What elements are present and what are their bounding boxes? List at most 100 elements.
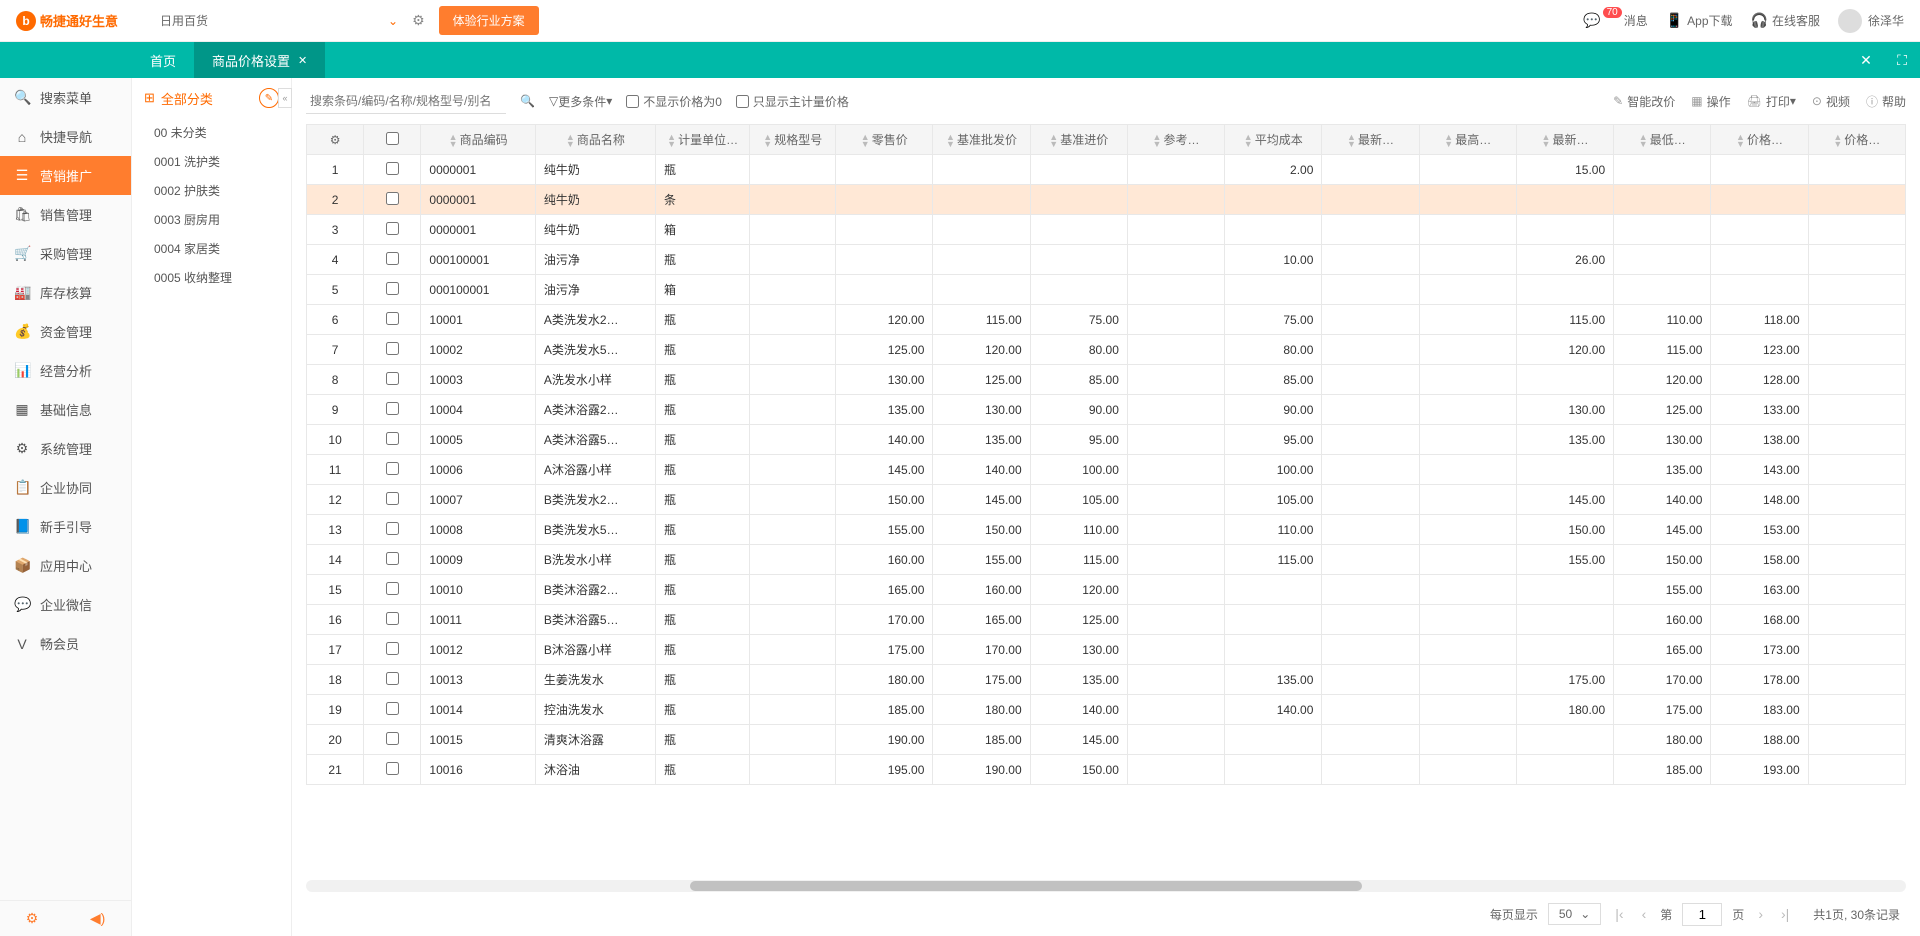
cell-price[interactable]: 120.00 bbox=[1614, 365, 1711, 395]
cell-price[interactable] bbox=[1127, 215, 1224, 245]
cell-price[interactable] bbox=[933, 245, 1030, 275]
cell-price[interactable]: 115.00 bbox=[933, 305, 1030, 335]
cell-price[interactable] bbox=[1322, 545, 1419, 575]
cell-price[interactable] bbox=[1711, 275, 1808, 305]
cell-price[interactable] bbox=[1419, 365, 1516, 395]
column-header[interactable]: ▲▼零售价 bbox=[836, 125, 933, 155]
column-header[interactable]: ▲▼最低… bbox=[1614, 125, 1711, 155]
cell-price[interactable] bbox=[1030, 185, 1127, 215]
cell-price[interactable]: 148.00 bbox=[1711, 485, 1808, 515]
cell-price[interactable] bbox=[1516, 725, 1613, 755]
cell-price[interactable] bbox=[1127, 515, 1224, 545]
cell-price[interactable] bbox=[933, 155, 1030, 185]
search-icon[interactable]: 🔍 bbox=[520, 94, 535, 108]
cell-price[interactable]: 180.00 bbox=[933, 695, 1030, 725]
gear-icon[interactable]: ⚙ bbox=[412, 12, 425, 29]
category-item[interactable]: 0004 家居类 bbox=[132, 234, 291, 263]
cell-price[interactable] bbox=[933, 275, 1030, 305]
cell-price[interactable] bbox=[1127, 245, 1224, 275]
cell-price[interactable] bbox=[836, 185, 933, 215]
cell-price[interactable] bbox=[1225, 185, 1322, 215]
cell-price[interactable] bbox=[1127, 755, 1224, 785]
last-page-button[interactable]: ›| bbox=[1777, 906, 1793, 922]
row-checkbox[interactable] bbox=[364, 755, 421, 785]
edit-category-icon[interactable]: ✎ bbox=[259, 88, 279, 108]
cell-price[interactable]: 90.00 bbox=[1225, 395, 1322, 425]
cell-price[interactable]: 140.00 bbox=[1225, 695, 1322, 725]
cell-price[interactable]: 105.00 bbox=[1225, 485, 1322, 515]
cell-price[interactable]: 188.00 bbox=[1711, 725, 1808, 755]
cell-price[interactable]: 10.00 bbox=[1225, 245, 1322, 275]
cell-price[interactable] bbox=[1516, 185, 1613, 215]
cell-price[interactable] bbox=[1322, 245, 1419, 275]
cell-price[interactable]: 190.00 bbox=[933, 755, 1030, 785]
cell-price[interactable] bbox=[1419, 755, 1516, 785]
cell-price[interactable] bbox=[1127, 455, 1224, 485]
cell-price[interactable] bbox=[1419, 575, 1516, 605]
cell-price[interactable] bbox=[1127, 365, 1224, 395]
nav-item[interactable]: 📦应用中心 bbox=[0, 546, 131, 585]
cell-price[interactable] bbox=[1516, 755, 1613, 785]
cell-price[interactable]: 150.00 bbox=[1614, 545, 1711, 575]
messages-button[interactable]: 💬 70 消息 bbox=[1583, 12, 1648, 29]
operate-button[interactable]: ▦操作 bbox=[1691, 93, 1730, 110]
cell-price[interactable] bbox=[1419, 395, 1516, 425]
cell-price[interactable] bbox=[1030, 275, 1127, 305]
cell-price[interactable] bbox=[1127, 485, 1224, 515]
cell-price[interactable]: 163.00 bbox=[1711, 575, 1808, 605]
row-checkbox[interactable] bbox=[364, 275, 421, 305]
cell-price[interactable]: 185.00 bbox=[1614, 755, 1711, 785]
cell-price[interactable]: 130.00 bbox=[1030, 635, 1127, 665]
table-row[interactable]: 1110006A沐浴露小样瓶145.00140.00100.00100.0013… bbox=[307, 455, 1906, 485]
cell-price[interactable] bbox=[1808, 305, 1905, 335]
category-item[interactable]: 0001 洗护类 bbox=[132, 147, 291, 176]
table-row[interactable]: 610001A类洗发水2…瓶120.00115.0075.0075.00115.… bbox=[307, 305, 1906, 335]
cell-price[interactable]: 80.00 bbox=[1030, 335, 1127, 365]
row-checkbox[interactable] bbox=[364, 635, 421, 665]
cell-price[interactable]: 110.00 bbox=[1614, 305, 1711, 335]
cell-price[interactable] bbox=[1808, 455, 1905, 485]
table-row[interactable]: 1310008B类洗发水5…瓶155.00150.00110.00110.001… bbox=[307, 515, 1906, 545]
help-button[interactable]: ⓘ帮助 bbox=[1866, 93, 1906, 110]
cell-price[interactable] bbox=[1127, 425, 1224, 455]
cell-price[interactable]: 140.00 bbox=[1614, 485, 1711, 515]
cell-price[interactable] bbox=[1808, 695, 1905, 725]
cell-price[interactable] bbox=[933, 185, 1030, 215]
cell-price[interactable] bbox=[1516, 275, 1613, 305]
row-checkbox[interactable] bbox=[364, 725, 421, 755]
scroll-thumb[interactable] bbox=[690, 881, 1362, 891]
cell-price[interactable]: 190.00 bbox=[836, 725, 933, 755]
cell-price[interactable] bbox=[1419, 335, 1516, 365]
online-service-button[interactable]: 🎧 在线客服 bbox=[1751, 12, 1820, 29]
cell-price[interactable] bbox=[1419, 545, 1516, 575]
cell-price[interactable] bbox=[836, 275, 933, 305]
row-checkbox[interactable] bbox=[364, 185, 421, 215]
horizontal-scrollbar[interactable] bbox=[306, 880, 1906, 892]
cell-price[interactable]: 193.00 bbox=[1711, 755, 1808, 785]
cell-price[interactable]: 125.00 bbox=[1030, 605, 1127, 635]
cell-price[interactable] bbox=[1419, 695, 1516, 725]
cell-price[interactable] bbox=[1808, 215, 1905, 245]
cell-price[interactable] bbox=[1419, 275, 1516, 305]
cell-price[interactable] bbox=[1614, 215, 1711, 245]
cell-price[interactable] bbox=[836, 245, 933, 275]
cell-price[interactable] bbox=[1225, 275, 1322, 305]
row-checkbox[interactable] bbox=[364, 335, 421, 365]
cell-price[interactable] bbox=[1614, 245, 1711, 275]
cell-price[interactable]: 75.00 bbox=[1225, 305, 1322, 335]
cell-price[interactable] bbox=[1614, 185, 1711, 215]
collapse-panel-icon[interactable]: « bbox=[278, 88, 292, 108]
cell-price[interactable]: 95.00 bbox=[1030, 425, 1127, 455]
cell-price[interactable] bbox=[1516, 575, 1613, 605]
cell-price[interactable] bbox=[1419, 215, 1516, 245]
row-checkbox[interactable] bbox=[364, 485, 421, 515]
table-row[interactable]: 2010015清爽沐浴露瓶190.00185.00145.00180.00188… bbox=[307, 725, 1906, 755]
column-header[interactable]: ▲▼基准批发价 bbox=[933, 125, 1030, 155]
cell-price[interactable] bbox=[1127, 185, 1224, 215]
tab-close-all[interactable]: ✕ bbox=[1848, 42, 1884, 78]
table-row[interactable]: 1610011B类沐浴露5…瓶170.00165.00125.00160.001… bbox=[307, 605, 1906, 635]
cell-price[interactable]: 145.00 bbox=[1516, 485, 1613, 515]
cell-price[interactable]: 180.00 bbox=[836, 665, 933, 695]
nav-item[interactable]: 📘新手引导 bbox=[0, 507, 131, 546]
cell-price[interactable]: 15.00 bbox=[1516, 155, 1613, 185]
